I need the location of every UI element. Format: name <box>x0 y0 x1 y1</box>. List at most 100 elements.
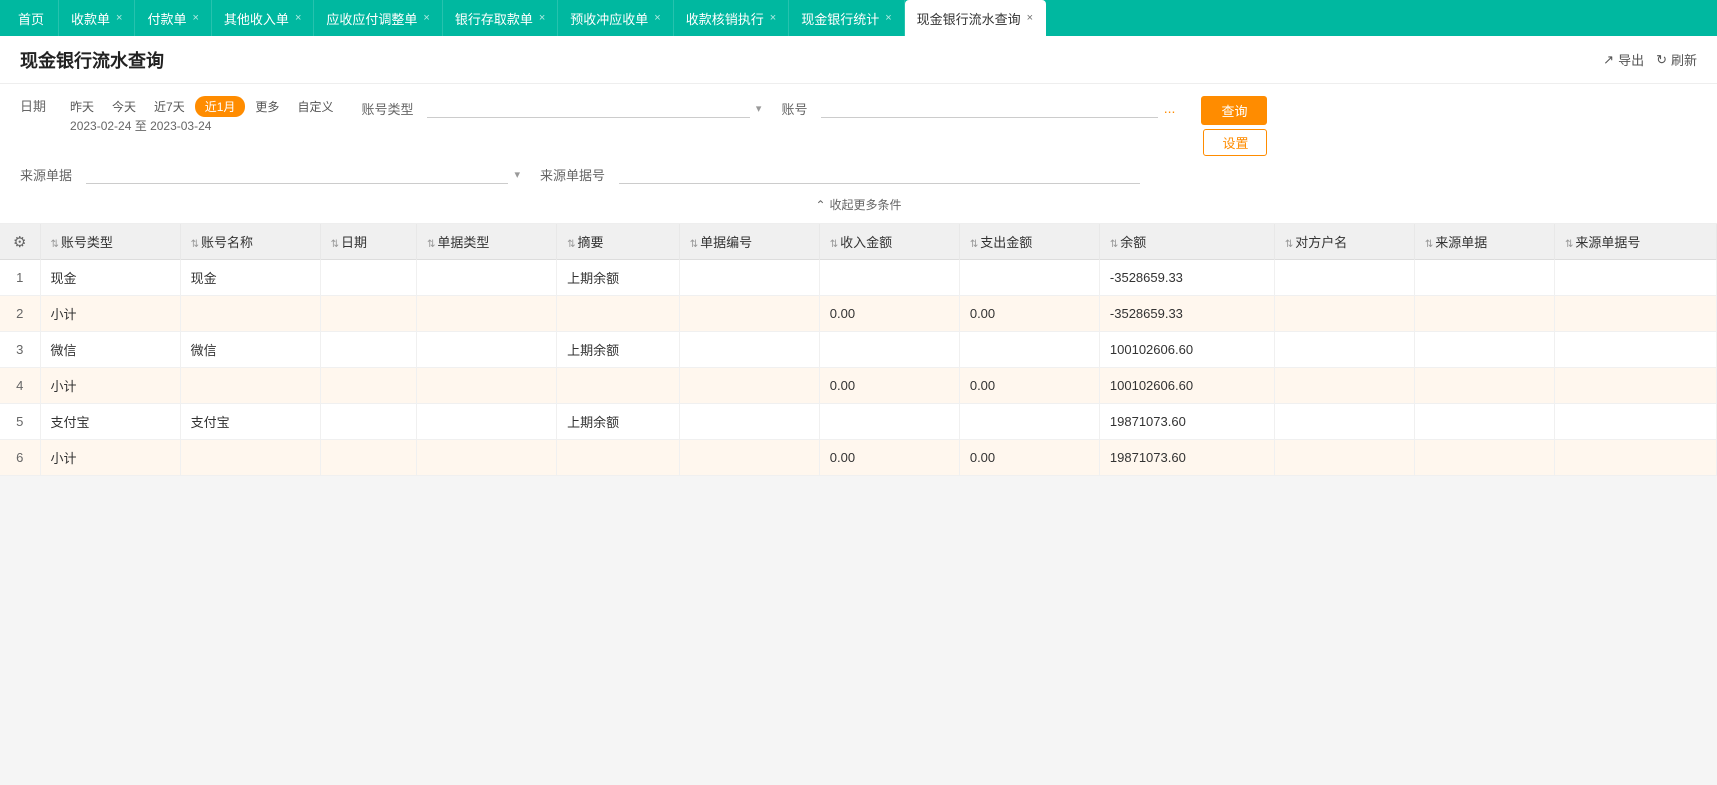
table-settings-icon[interactable]: ⚙ <box>13 234 26 251</box>
account-input[interactable] <box>821 98 1157 118</box>
date-filter: 昨天今天近7天近1月更多自定义 2023-02-24 至 2023-03-24 <box>62 96 341 134</box>
date-btn-近1月[interactable]: 近1月 <box>195 96 246 117</box>
cell-source_doc <box>1414 296 1554 332</box>
cell-counterparty <box>1274 368 1414 404</box>
col-settings[interactable]: ⚙ <box>0 224 40 260</box>
sort-icon: ⇅ <box>1425 239 1433 250</box>
close-icon[interactable]: × <box>654 12 660 24</box>
nav-tab-预收冲应收单[interactable]: 预收冲应收单× <box>558 0 673 36</box>
nav-tab-现金银行统计[interactable]: 现金银行统计× <box>789 0 904 36</box>
cell-summary: 上期余额 <box>557 404 680 440</box>
page-header: 现金银行流水查询 ↗ 导出 ↻ 刷新 <box>0 36 1717 84</box>
export-button[interactable]: ↗ 导出 <box>1603 50 1644 69</box>
sort-icon: ⇅ <box>427 239 435 250</box>
col-source_doc[interactable]: ⇅来源单据 <box>1414 224 1554 260</box>
cell-doc_no <box>679 260 819 296</box>
cell-income: 0.00 <box>819 296 959 332</box>
source-doc-dropdown-icon[interactable]: ▾ <box>514 168 520 181</box>
col-account_type[interactable]: ⇅账号类型 <box>40 224 180 260</box>
nav-tab-收款单[interactable]: 收款单× <box>59 0 135 36</box>
cell-source_doc <box>1414 368 1554 404</box>
col-doc_no[interactable]: ⇅单据编号 <box>679 224 819 260</box>
cell-summary: 上期余额 <box>557 332 680 368</box>
source-doc-no-label: 来源单据号 <box>540 165 605 184</box>
table-container: ⚙ ⇅账号类型⇅账号名称⇅日期⇅单据类型⇅摘要⇅单据编号⇅收入金额⇅支出金额⇅余额… <box>0 224 1717 476</box>
col-counterparty[interactable]: ⇅对方户名 <box>1274 224 1414 260</box>
close-icon[interactable]: × <box>423 12 429 24</box>
account-dots-button[interactable]: ... <box>1164 100 1176 116</box>
date-btn-自定义[interactable]: 自定义 <box>289 96 341 117</box>
refresh-icon: ↻ <box>1656 52 1667 68</box>
date-label: 日期 <box>20 96 46 115</box>
cell-account_name <box>180 368 320 404</box>
col-doc_type[interactable]: ⇅单据类型 <box>417 224 557 260</box>
close-icon[interactable]: × <box>116 12 122 24</box>
nav-tab-应收应付调整单[interactable]: 应收应付调整单× <box>314 0 442 36</box>
date-btn-昨天[interactable]: 昨天 <box>62 96 102 117</box>
collapse-up-icon: ⌃ <box>815 198 825 212</box>
collapse-bar[interactable]: ⌃ 收起更多条件 <box>20 190 1697 215</box>
date-btn-今天[interactable]: 今天 <box>104 96 144 117</box>
col-balance[interactable]: ⇅余额 <box>1099 224 1274 260</box>
nav-tab-现金银行流水查询[interactable]: 现金银行流水查询× <box>905 0 1046 36</box>
account-type-label: 账号类型 <box>361 99 413 118</box>
cell-settings: 6 <box>0 440 40 476</box>
cell-balance: -3528659.33 <box>1099 260 1274 296</box>
date-btn-更多[interactable]: 更多 <box>247 96 287 117</box>
cell-expense <box>959 260 1099 296</box>
cell-expense: 0.00 <box>959 296 1099 332</box>
account-type-dropdown-icon[interactable]: ▾ <box>756 102 762 115</box>
cell-date <box>320 440 416 476</box>
cell-counterparty <box>1274 440 1414 476</box>
col-income[interactable]: ⇅收入金额 <box>819 224 959 260</box>
cell-balance: 100102606.60 <box>1099 368 1274 404</box>
col-expense[interactable]: ⇅支出金额 <box>959 224 1099 260</box>
cell-source_doc <box>1414 404 1554 440</box>
close-icon[interactable]: × <box>295 12 301 24</box>
refresh-button[interactable]: ↻ 刷新 <box>1656 50 1697 69</box>
sort-icon: ⇅ <box>51 239 59 250</box>
col-date[interactable]: ⇅日期 <box>320 224 416 260</box>
cell-settings: 5 <box>0 404 40 440</box>
close-icon[interactable]: × <box>885 12 891 24</box>
date-range: 2023-02-24 至 2023-03-24 <box>70 117 341 134</box>
close-icon[interactable]: × <box>1027 12 1033 24</box>
top-nav: 首页 收款单×付款单×其他收入单×应收应付调整单×银行存取款单×预收冲应收单×收… <box>0 0 1717 36</box>
cell-doc_no <box>679 368 819 404</box>
cell-doc_type <box>417 260 557 296</box>
sort-icon: ⇅ <box>191 239 199 250</box>
table-row: 4小计0.000.00100102606.60 <box>0 368 1717 404</box>
source-doc-no-input[interactable] <box>619 164 1140 184</box>
cell-source_doc_no <box>1554 368 1716 404</box>
cell-doc_type <box>417 404 557 440</box>
account-type-input[interactable] <box>427 98 749 118</box>
sort-icon: ⇅ <box>970 239 978 250</box>
cell-doc_no <box>679 404 819 440</box>
cell-account_name: 支付宝 <box>180 404 320 440</box>
nav-tab-银行存取款单[interactable]: 银行存取款单× <box>443 0 558 36</box>
close-icon[interactable]: × <box>539 12 545 24</box>
cell-counterparty <box>1274 260 1414 296</box>
setting-button[interactable]: 设置 <box>1203 129 1267 156</box>
nav-tab-付款单[interactable]: 付款单× <box>135 0 211 36</box>
cell-balance: 100102606.60 <box>1099 332 1274 368</box>
col-account_name[interactable]: ⇅账号名称 <box>180 224 320 260</box>
close-icon[interactable]: × <box>770 12 776 24</box>
cell-balance: -3528659.33 <box>1099 296 1274 332</box>
close-icon[interactable]: × <box>192 12 198 24</box>
source-doc-input[interactable] <box>86 164 508 184</box>
cell-expense: 0.00 <box>959 368 1099 404</box>
cell-income <box>819 260 959 296</box>
nav-tab-其他收入单[interactable]: 其他收入单× <box>212 0 314 36</box>
account-label: 账号 <box>781 99 807 118</box>
date-btn-近7天[interactable]: 近7天 <box>146 96 193 117</box>
nav-home[interactable]: 首页 <box>4 0 59 36</box>
cell-source_doc_no <box>1554 296 1716 332</box>
query-button[interactable]: 查询 <box>1201 96 1267 125</box>
cell-account_name <box>180 296 320 332</box>
col-summary[interactable]: ⇅摘要 <box>557 224 680 260</box>
col-source_doc_no[interactable]: ⇅来源单据号 <box>1554 224 1716 260</box>
cell-income: 0.00 <box>819 440 959 476</box>
cell-account_type: 现金 <box>40 260 180 296</box>
nav-tab-收款核销执行[interactable]: 收款核销执行× <box>674 0 789 36</box>
